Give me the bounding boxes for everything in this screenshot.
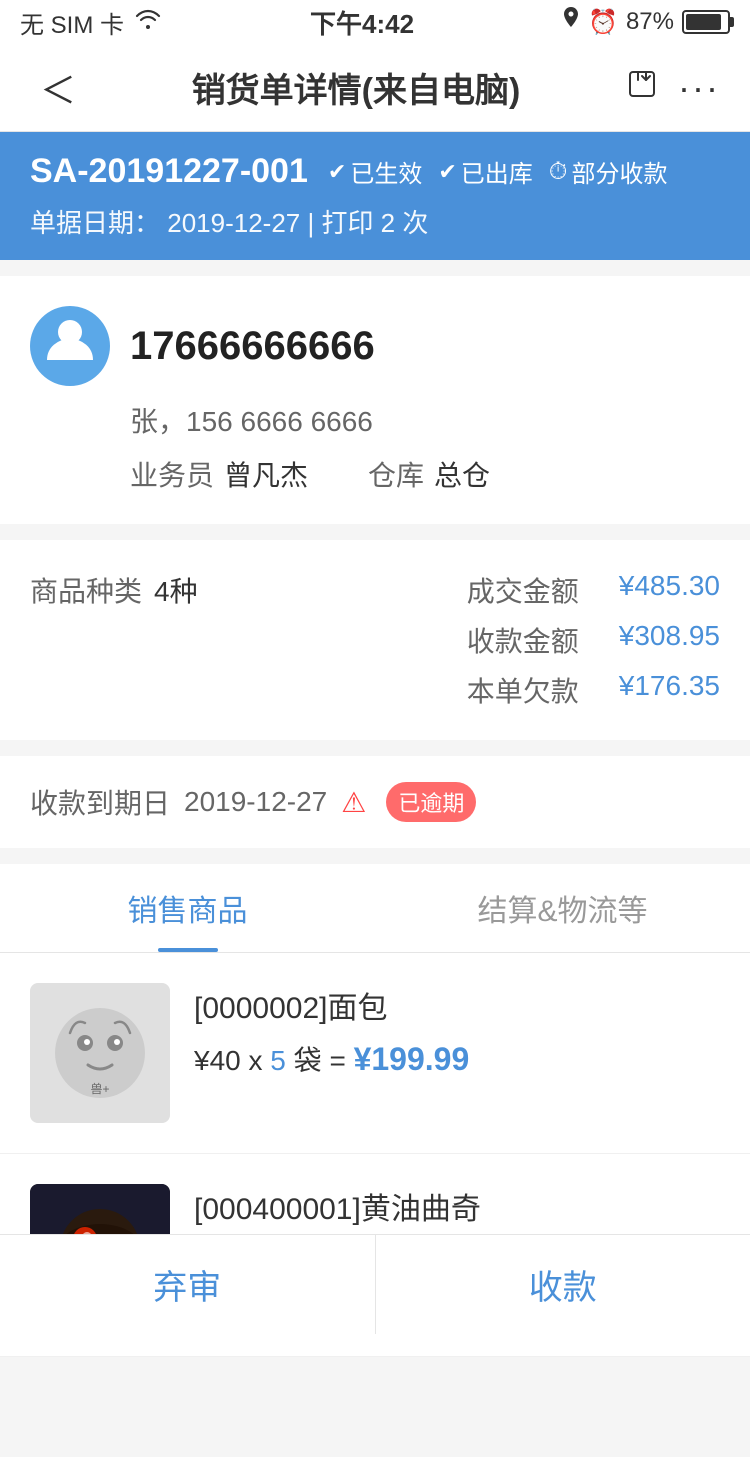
confirm-button[interactable]: 收款 <box>376 1235 750 1334</box>
received-row: 收款金额 ¥308.95 <box>467 620 720 660</box>
overdue-icon: ⚠ <box>341 786 366 819</box>
tab-sales-label: 销售商品 <box>128 886 248 930</box>
cancel-button[interactable]: 弃审 <box>0 1235 376 1334</box>
bottom-bar: 弃审 收款 <box>0 1234 750 1334</box>
nav-actions: ··· <box>626 67 720 109</box>
date-label: 单据日期： <box>30 208 160 238</box>
received-label: 收款金额 <box>467 620 579 660</box>
due-date-value: 2019-12-27 <box>184 786 327 818</box>
stats-left: 商品种类 4种 <box>30 570 198 610</box>
product-types-value: 4种 <box>154 570 198 610</box>
product-price-1: ¥40 x 5 袋 = ¥199.99 <box>194 1039 720 1079</box>
product-name-2: [000400001]黄油曲奇 <box>194 1184 720 1228</box>
product-types-row: 商品种类 4种 <box>30 570 198 610</box>
clock-icon: ⏱ <box>549 158 568 186</box>
salesperson-value: 曾凡杰 <box>224 454 308 494</box>
unit-price-1: ¥40 <box>194 1045 241 1076</box>
overdue-badge: 已逾期 <box>386 782 476 822</box>
product-name-1: [0000002]面包 <box>194 983 720 1027</box>
product-item: 兽+ [0000002]面包 ¥40 x 5 袋 = ¥199.99 <box>0 953 750 1154</box>
order-date-row: 单据日期： 2019-12-27 | 打印 2 次 <box>30 203 720 240</box>
customer-name: 17666666666 <box>130 324 375 369</box>
tab-settlement-label: 结算&物流等 <box>477 886 647 930</box>
status-right: ⏰ 87% <box>562 7 730 38</box>
quantity-1: 5 <box>270 1045 286 1076</box>
battery-percent: 87% <box>626 8 674 36</box>
total-price-1: ¥199.99 <box>354 1041 470 1077</box>
unit-1: 袋 <box>294 1045 322 1076</box>
customer-phone: 张，156 6666 6666 <box>30 400 720 440</box>
status-bar: 无 SIM 卡 下午4:42 ⏰ 87% <box>0 0 750 44</box>
warehouse-item: 仓库 总仓 <box>368 454 490 494</box>
tab-underline <box>158 948 218 952</box>
svg-text:兽+: 兽+ <box>90 1082 109 1096</box>
page-title: 销货单详情(来自电脑) <box>192 63 521 112</box>
trans-amount-label: 成交金额 <box>467 570 579 610</box>
tab-sales-products[interactable]: 销售商品 <box>0 864 375 952</box>
wifi-icon <box>134 8 162 36</box>
tabs-container: 销售商品 结算&物流等 <box>0 864 750 953</box>
product-image-placeholder-1: 兽+ <box>30 983 170 1123</box>
product-thumbnail-1: 兽+ <box>30 983 170 1123</box>
warehouse-label: 仓库 <box>368 454 424 494</box>
share-icon[interactable] <box>626 68 658 108</box>
status-shipped: ✔ 已出库 <box>438 154 532 189</box>
carrier-label: 无 SIM 卡 <box>20 5 124 40</box>
location-icon <box>562 7 580 38</box>
trans-amount-row: 成交金额 ¥485.30 <box>467 570 720 610</box>
battery-icon <box>682 10 730 34</box>
header-banner: SA-20191227-001 ✔ 已生效 ✔ 已出库 ⏱ 部分收款 单据日期：… <box>0 132 750 260</box>
salesperson-label: 业务员 <box>130 454 214 494</box>
received-value: ¥308.95 <box>619 620 720 660</box>
status-left: 无 SIM 卡 <box>20 5 162 40</box>
stats-right: 成交金额 ¥485.30 收款金额 ¥308.95 本单欠款 ¥176.35 <box>467 570 720 710</box>
check-icon-1: ✔ <box>328 159 346 185</box>
back-button[interactable]: ＜ <box>30 52 86 124</box>
tab-settlement[interactable]: 结算&物流等 <box>375 864 750 952</box>
order-date: 2019-12-27 <box>167 208 300 238</box>
status-effective: ✔ 已生效 <box>328 154 422 189</box>
customer-meta: 业务员 曾凡杰 仓库 总仓 <box>30 454 720 494</box>
avatar <box>30 306 110 386</box>
check-icon-2: ✔ <box>438 159 456 185</box>
nav-bar: ＜ 销货单详情(来自电脑) ··· <box>0 44 750 132</box>
debt-value: ¥176.35 <box>619 670 720 710</box>
order-id: SA-20191227-001 <box>30 152 308 191</box>
due-date-section: 收款到期日 2019-12-27 ⚠ 已逾期 <box>0 756 750 848</box>
status-time: 下午4:42 <box>310 4 414 41</box>
debt-row: 本单欠款 ¥176.35 <box>467 670 720 710</box>
trans-amount-value: ¥485.30 <box>619 570 720 610</box>
product-types-label: 商品种类 <box>30 570 142 610</box>
print-count: | 打印 2 次 <box>307 208 428 238</box>
status-partial-payment: ⏱ 部分收款 <box>549 154 668 189</box>
user-icon <box>44 314 96 378</box>
status-tags: ✔ 已生效 ✔ 已出库 ⏱ 部分收款 <box>328 154 668 189</box>
due-date-label: 收款到期日 <box>30 782 170 822</box>
customer-section: 17666666666 张，156 6666 6666 业务员 曾凡杰 仓库 总… <box>0 276 750 524</box>
warehouse-value: 总仓 <box>434 454 490 494</box>
alarm-icon: ⏰ <box>588 8 618 37</box>
more-icon[interactable]: ··· <box>678 67 720 109</box>
salesperson-item: 业务员 曾凡杰 <box>130 454 308 494</box>
product-info-1: [0000002]面包 ¥40 x 5 袋 = ¥199.99 <box>194 983 720 1123</box>
debt-label: 本单欠款 <box>467 670 579 710</box>
stats-section: 商品种类 4种 成交金额 ¥485.30 收款金额 ¥308.95 本单欠款 ¥… <box>0 540 750 740</box>
customer-main: 17666666666 <box>30 306 720 386</box>
